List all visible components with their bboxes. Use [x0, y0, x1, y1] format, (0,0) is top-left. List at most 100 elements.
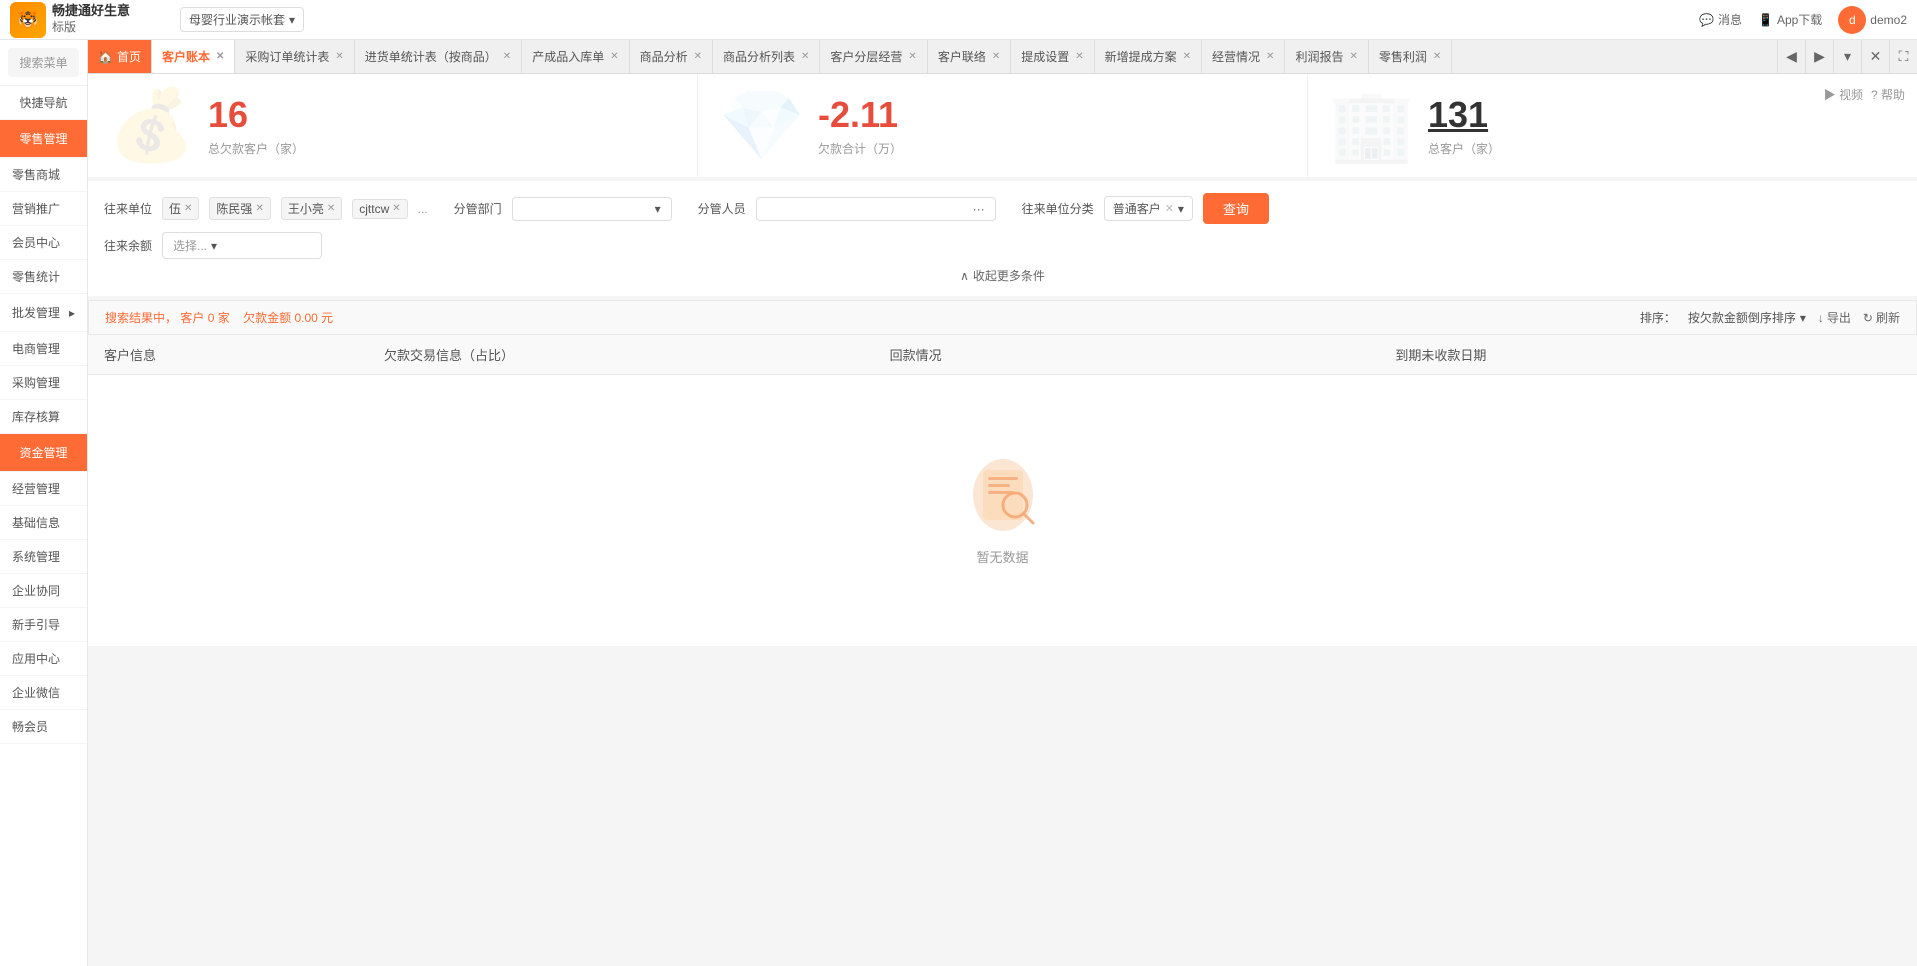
person-filter-label: 分管人员	[698, 200, 746, 217]
sort-select[interactable]: 按欠款金额倒序排序 ▾	[1688, 309, 1806, 326]
filter-tag-3-remove[interactable]: ✕	[327, 203, 335, 214]
stat-debt-label: 欠款合计（万）	[818, 140, 902, 157]
dept-filter-label: 分管部门	[454, 200, 502, 217]
tab-customer-contact-label: 客户联络	[938, 48, 986, 65]
tab-customer-accounts-close[interactable]: ✕	[216, 51, 224, 62]
tab-fullscreen[interactable]: ⛶	[1889, 40, 1917, 74]
sidebar-item-wholesale[interactable]: 批发管理 ▸	[0, 294, 87, 332]
quick-nav-button[interactable]: 快捷导航	[0, 86, 87, 120]
sidebar-item-inventory[interactable]: 库存核算	[0, 400, 87, 434]
sidebar-item-system[interactable]: 系统管理	[0, 540, 87, 574]
sidebar-item-enterprise[interactable]: 企业协同	[0, 574, 87, 608]
tab-product-analysis-list-close[interactable]: ✕	[801, 51, 809, 62]
sidebar-item-retail-stats[interactable]: 零售统计	[0, 260, 87, 294]
app-download-label: App下载	[1777, 11, 1822, 28]
sidebar-item-enterprise-wechat[interactable]: 企业微信	[0, 676, 87, 710]
stat-card-customers-content: 16 总欠款客户（家）	[208, 94, 304, 157]
tab-product-analysis-label: 商品分析	[640, 48, 688, 65]
tab-nav-next[interactable]: ▶	[1805, 40, 1833, 74]
tab-new-promotion-plan-close[interactable]: ✕	[1183, 51, 1191, 62]
tab-product-inbound[interactable]: 产成品入库单 ✕	[522, 40, 629, 74]
tab-product-analysis-close[interactable]: ✕	[694, 51, 702, 62]
tab-home[interactable]: 🏠 首页	[88, 40, 152, 74]
app-download-button[interactable]: 📱 App下载	[1758, 11, 1822, 28]
tab-retail-profit-close[interactable]: ✕	[1433, 51, 1441, 62]
tab-close-all[interactable]: ✕	[1861, 40, 1889, 74]
video-button[interactable]: ▶ 视频	[1824, 86, 1863, 103]
sidebar-item-retail[interactable]: 零售管理	[0, 120, 87, 158]
tab-profit-report-close[interactable]: ✕	[1349, 51, 1357, 62]
tab-purchase-order-stats-close[interactable]: ✕	[335, 51, 343, 62]
unit-type-filter-label: 往来单位分类	[1022, 200, 1094, 217]
tab-purchase-order-stats-label: 采购订单统计表	[245, 48, 329, 65]
tab-promotion-settings-close[interactable]: ✕	[1075, 51, 1083, 62]
tab-customer-accounts[interactable]: 客户账本 ✕	[152, 40, 235, 74]
tab-retail-profit[interactable]: 零售利润 ✕	[1369, 40, 1452, 74]
tab-profit-report[interactable]: 利润报告 ✕	[1285, 40, 1368, 74]
unit-type-clear[interactable]: ✕	[1165, 202, 1174, 215]
sidebar-item-basic-info[interactable]: 基础信息	[0, 506, 87, 540]
filter-tag-4-remove[interactable]: ✕	[392, 203, 400, 214]
sidebar-item-purchase[interactable]: 采购管理	[0, 366, 87, 400]
sidebar-item-operation[interactable]: 经营管理	[0, 472, 87, 506]
message-label: 消息	[1718, 11, 1742, 28]
query-button[interactable]: 查询	[1203, 193, 1269, 224]
person-dropdown[interactable]: ···	[756, 197, 996, 221]
page-content: 💰 16 总欠款客户（家） 💎 -2.11 欠款合计（万） 🏢	[88, 74, 1917, 966]
filter-tag-1-remove[interactable]: ✕	[184, 203, 192, 214]
filter-tag-2-remove[interactable]: ✕	[255, 203, 263, 214]
top-bar: 🐯 畅捷通好生意 标版 母婴行业演示帐套 ▾ 💬 消息 📱 App下载 d de…	[0, 0, 1917, 40]
tab-new-promotion-plan[interactable]: 新增提成方案 ✕	[1095, 40, 1202, 74]
tab-nav-prev[interactable]: ◀	[1777, 40, 1805, 74]
tab-nav: ◀ ▶ ▾ ✕ ⛶	[1777, 40, 1917, 74]
export-button[interactable]: ↓ 导出	[1818, 309, 1851, 326]
results-bar: 搜索结果中， 客户 0 家 欠款金额 0.00 元 排序： 按欠款金额倒序排序 …	[88, 300, 1917, 335]
tab-promotion-settings-label: 提成设置	[1021, 48, 1069, 65]
tab-operation-status-close[interactable]: ✕	[1266, 51, 1274, 62]
unit-filter-label: 往来单位	[104, 200, 152, 217]
sidebar-item-retail-store[interactable]: 零售商城	[0, 158, 87, 192]
dept-dropdown[interactable]: ▾	[512, 197, 672, 221]
sidebar-item-new-guide[interactable]: 新手引导	[0, 608, 87, 642]
tab-inbound-stats[interactable]: 进货单统计表（按商品） ✕	[355, 40, 522, 74]
sidebar-search-area: 搜索菜单	[0, 40, 87, 86]
sidebar-item-finance[interactable]: 资金管理	[0, 434, 87, 472]
tab-inbound-stats-close[interactable]: ✕	[503, 51, 511, 62]
sidebar-item-app-center[interactable]: 应用中心	[0, 642, 87, 676]
tab-customer-segment-close[interactable]: ✕	[908, 51, 916, 62]
search-menu-button[interactable]: 搜索菜单	[8, 48, 79, 77]
refresh-button[interactable]: ↻ 刷新	[1863, 309, 1900, 326]
results-actions: 排序： 按欠款金额倒序排序 ▾ ↓ 导出 ↻ 刷新	[1640, 309, 1900, 326]
user-menu[interactable]: d demo2	[1838, 6, 1907, 34]
tab-customer-segment[interactable]: 客户分层经营 ✕	[820, 40, 927, 74]
balance-filter-label: 往来余额	[104, 237, 152, 254]
company-select[interactable]: 母婴行业演示帐套 ▾	[180, 7, 304, 32]
sidebar-item-ecommerce[interactable]: 电商管理	[0, 332, 87, 366]
tab-customer-contact[interactable]: 客户联络 ✕	[928, 40, 1011, 74]
balance-dropdown[interactable]: 选择... ▾	[162, 232, 322, 259]
stat-customers-label: 总欠款客户（家）	[208, 140, 304, 157]
message-button[interactable]: 💬 消息	[1699, 11, 1742, 28]
filter-more-units[interactable]: ...	[418, 202, 428, 216]
stat-bg-icon-3: 🏢	[1328, 85, 1415, 167]
tab-customer-contact-close[interactable]: ✕	[992, 51, 1000, 62]
tab-operation-status[interactable]: 经营情况 ✕	[1202, 40, 1285, 74]
sidebar-item-vip-member[interactable]: 畅会员	[0, 710, 87, 744]
tab-product-inbound-close[interactable]: ✕	[610, 51, 618, 62]
tab-promotion-settings[interactable]: 提成设置 ✕	[1011, 40, 1094, 74]
filter-tag-3-label: 王小亮	[288, 200, 324, 217]
tab-product-analysis-list[interactable]: 商品分析列表 ✕	[713, 40, 820, 74]
tab-product-analysis[interactable]: 商品分析 ✕	[630, 40, 713, 74]
tab-purchase-order-stats[interactable]: 采购订单统计表 ✕	[235, 40, 354, 74]
tab-nav-menu[interactable]: ▾	[1833, 40, 1861, 74]
tab-customer-segment-label: 客户分层经营	[830, 48, 902, 65]
unit-type-dropdown[interactable]: 普通客户 ✕ ▾	[1104, 196, 1193, 221]
sidebar: 搜索菜单 快捷导航 零售管理 零售商城 营销推广 会员中心 零售统计 批发管理 …	[0, 40, 88, 966]
collapse-button[interactable]: ∧ 收起更多条件	[104, 267, 1901, 284]
table-header: 客户信息 欠款交易信息（占比） 回款情况 到期未收款日期	[88, 335, 1917, 375]
help-button[interactable]: ? 帮助	[1871, 86, 1905, 103]
tab-bar: 🏠 首页 客户账本 ✕ 采购订单统计表 ✕ 进货单统计表（按商品） ✕ 产成品入…	[88, 40, 1917, 74]
sidebar-item-marketing[interactable]: 营销推广	[0, 192, 87, 226]
stat-card-total-content: 131 总客户（家）	[1428, 94, 1887, 157]
sidebar-item-member[interactable]: 会员中心	[0, 226, 87, 260]
